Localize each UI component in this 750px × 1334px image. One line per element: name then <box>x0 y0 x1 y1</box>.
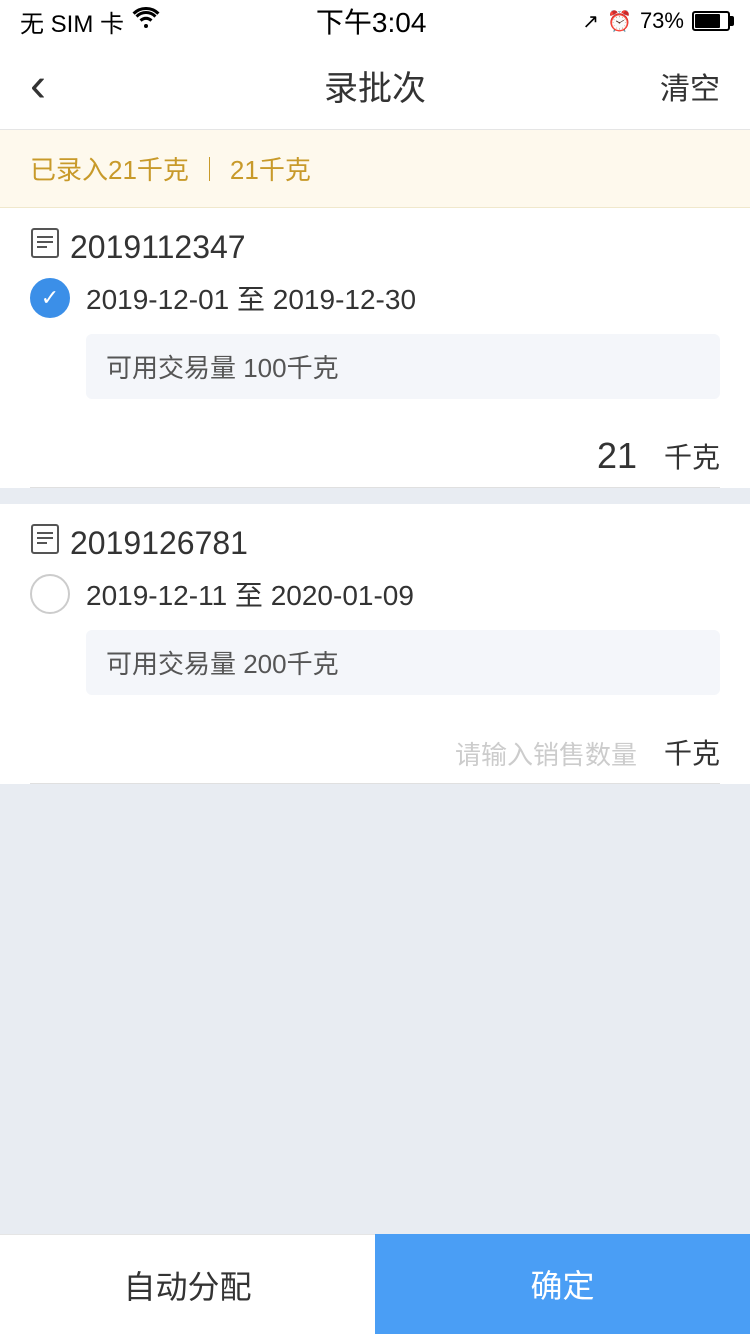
section-gap <box>0 488 750 504</box>
battery-icon <box>692 11 730 31</box>
amount-unit-2: 千克 <box>664 732 720 772</box>
batch-date-row-2[interactable]: 2019-12-11 至 2020-01-09 <box>30 574 720 614</box>
batch-card-2: 2019126781 2019-12-11 至 2020-01-09 可用交易量… <box>0 504 750 784</box>
amount-unit-1: 千克 <box>664 436 720 476</box>
avail-box-2: 可用交易量 200千克 <box>86 630 720 695</box>
batch-doc-icon-2 <box>30 524 60 562</box>
battery-percent: 73% <box>640 8 684 34</box>
batch-date-1: 2019-12-01 至 2019-12-30 <box>86 278 416 318</box>
status-time: 下午3:04 <box>316 1 427 41</box>
summary-label: 已录入21千克 <box>30 150 189 187</box>
amount-input-1[interactable] <box>452 435 652 477</box>
batch-id-2: 2019126781 <box>70 525 248 562</box>
carrier-text: 无 SIM 卡 <box>20 4 124 39</box>
check-icon-1: ✓ <box>41 285 59 311</box>
radio-1[interactable]: ✓ <box>30 278 70 318</box>
radio-2[interactable] <box>30 574 70 614</box>
batch-id-row-2: 2019126781 <box>30 524 720 562</box>
batch-id-row-1: 2019112347 <box>30 228 720 266</box>
amount-row-1: 千克 <box>0 419 750 477</box>
wifi-icon <box>132 7 160 36</box>
footer: 自动分配 确定 <box>0 1234 750 1334</box>
amount-row-2: 千克 <box>0 715 750 773</box>
batch-id-1: 2019112347 <box>70 229 246 266</box>
summary-banner: 已录入21千克 21千克 <box>0 130 750 208</box>
page-title: 录批次 <box>324 61 426 110</box>
back-button[interactable]: ‹ <box>30 58 90 113</box>
batch-doc-icon-1 <box>30 228 60 266</box>
clear-button[interactable]: 清空 <box>660 64 720 108</box>
batch-card-1: 2019112347 ✓ 2019-12-01 至 2019-12-30 可用交… <box>0 208 750 488</box>
status-bar: 无 SIM 卡 下午3:04 ↗ ⏰ 73% <box>0 0 750 42</box>
amount-input-2[interactable] <box>452 731 652 773</box>
alarm-icon: ⏰ <box>607 9 632 34</box>
confirm-button[interactable]: 确定 <box>375 1234 750 1334</box>
location-icon: ↗ <box>582 9 599 34</box>
status-left: 无 SIM 卡 <box>20 4 160 39</box>
avail-box-1: 可用交易量 100千克 <box>86 334 720 399</box>
nav-bar: ‹ 录批次 清空 <box>0 42 750 130</box>
batch-date-row-1[interactable]: ✓ 2019-12-01 至 2019-12-30 <box>30 278 720 318</box>
summary-value: 21千克 <box>230 150 311 187</box>
status-right: ↗ ⏰ 73% <box>582 8 730 34</box>
summary-divider <box>209 157 210 181</box>
auto-distribute-button[interactable]: 自动分配 <box>0 1234 375 1334</box>
batch-date-2: 2019-12-11 至 2020-01-09 <box>86 574 414 614</box>
